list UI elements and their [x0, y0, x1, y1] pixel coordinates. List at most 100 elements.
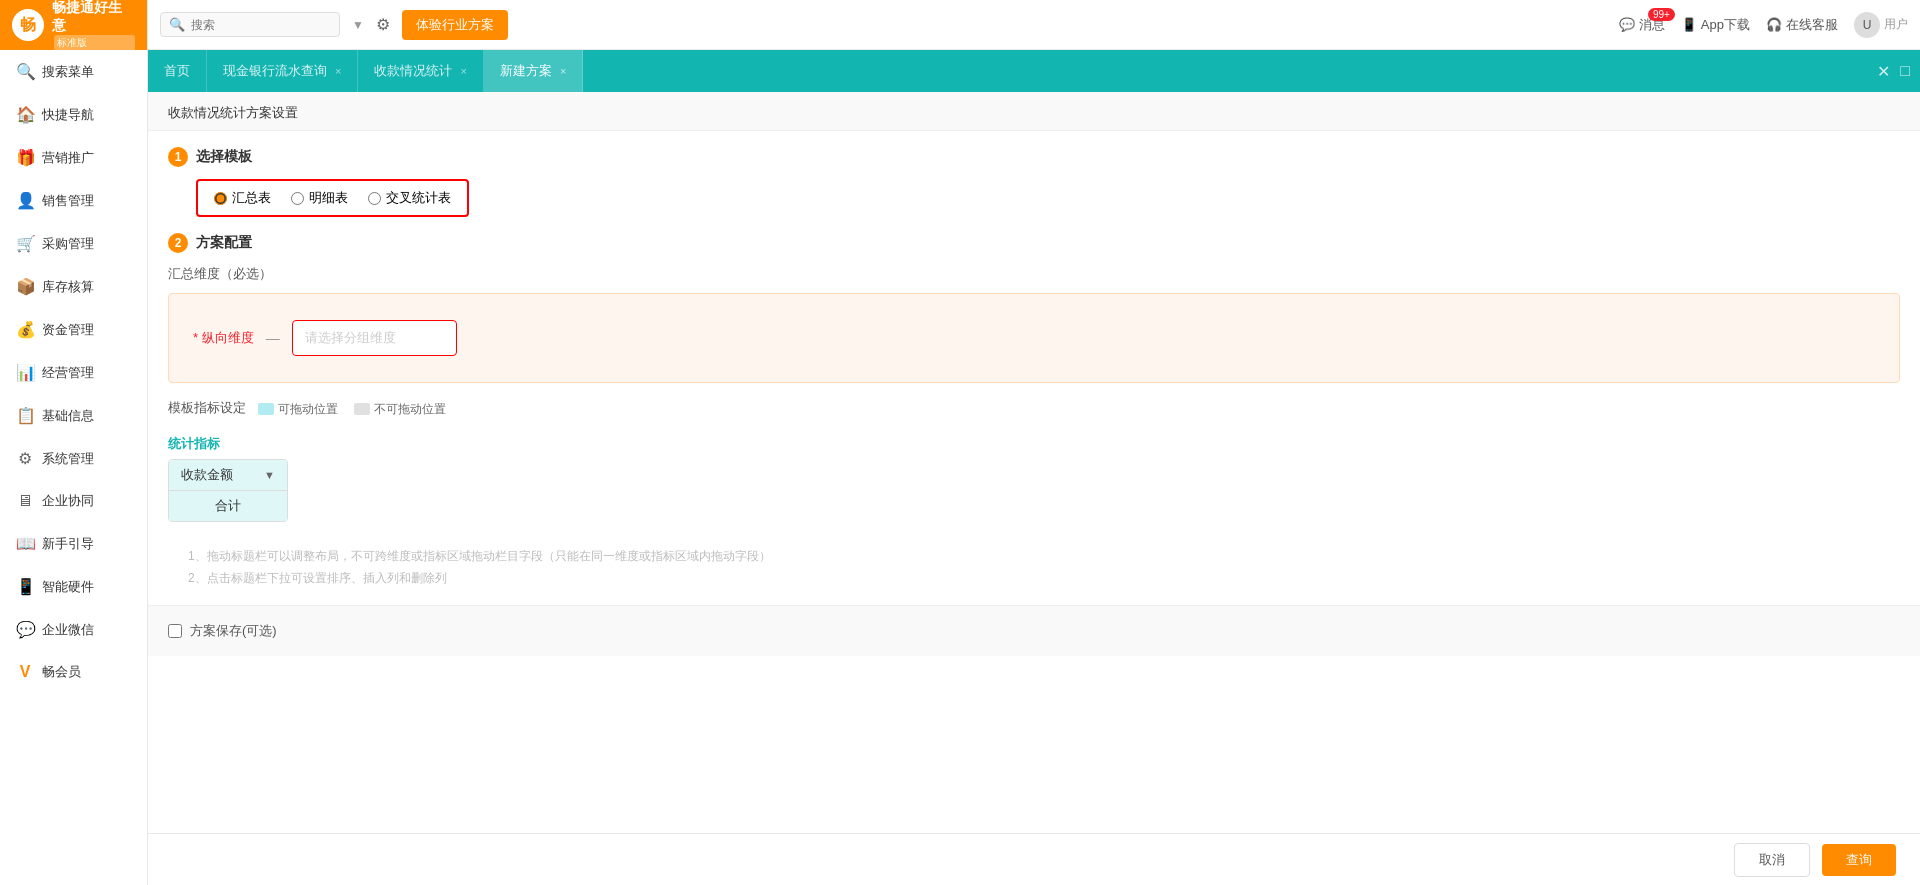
sidebar-item-finance[interactable]: 💰 资金管理 [0, 308, 147, 351]
metrics-table-header[interactable]: 收款金额 ▼ [169, 460, 287, 491]
logo-text: 畅捷通好生意 [52, 0, 135, 35]
user-avatar: U [1854, 12, 1880, 38]
sidebar-item-system[interactable]: ⚙ 系统管理 [0, 437, 147, 480]
page-wrapper: 收款情况统计方案设置 1 选择模板 汇总表 明细表 [148, 92, 1920, 833]
step2-section: 2 方案配置 汇总维度（必选） * 纵向维度 — 请选择分组维度 [148, 233, 1920, 605]
online-service-btn[interactable]: 🎧 在线客服 [1766, 16, 1838, 34]
radio-cross-label: 交叉统计表 [386, 189, 451, 207]
save-checkbox[interactable] [168, 624, 182, 638]
sidebar-item-member[interactable]: V 畅会员 [0, 651, 147, 693]
search-icon: 🔍 [16, 62, 34, 81]
sidebar-item-enterprise-wechat[interactable]: 💬 企业微信 [0, 608, 147, 651]
bottom-bar: 取消 查询 [148, 833, 1920, 885]
industry-btn[interactable]: 体验行业方案 [402, 10, 508, 40]
main-area: 🔍 ▼ ⚙ 体验行业方案 💬 消息 99+ 📱 App下载 🎧 在线客服 U 用… [148, 0, 1920, 885]
step1-number: 1 [168, 147, 188, 167]
sidebar-item-smart-hardware[interactable]: 📱 智能硬件 [0, 565, 147, 608]
radio-detail-label: 明细表 [309, 189, 348, 207]
user-name: 用户 [1884, 16, 1908, 33]
radio-summary-input[interactable] [214, 192, 227, 205]
radio-cross[interactable]: 交叉统计表 [368, 189, 451, 207]
sidebar-item-sales[interactable]: 👤 销售管理 [0, 179, 147, 222]
tab-bar: 首页 现金银行流水查询 × 收款情况统计 × 新建方案 × ✕ □ [148, 50, 1920, 92]
tip-1: 1、拖动标题栏可以调整布局，不可跨维度或指标区域拖动栏目字段（只能在同一维度或指… [188, 546, 1880, 568]
save-label: 方案保存(可选) [190, 622, 277, 640]
step2-label: 2 方案配置 [168, 233, 1900, 253]
sidebar: 畅 畅捷通好生意 标准版 🔍 搜索菜单 🏠 快捷导航 🎁 营销推广 👤 销售管理… [0, 0, 148, 885]
chat-icon: 💬 [16, 620, 34, 639]
query-button[interactable]: 查询 [1822, 844, 1896, 876]
sidebar-logo: 畅 畅捷通好生意 标准版 [0, 0, 147, 50]
arrow-icon: — [266, 330, 280, 346]
tab-bank-flow[interactable]: 现金银行流水查询 × [207, 50, 358, 92]
sidebar-nav: 🔍 搜索菜单 🏠 快捷导航 🎁 营销推广 👤 销售管理 🛒 采购管理 📦 库存核… [0, 50, 147, 885]
vertical-dimension-row: * 纵向维度 — 请选择分组维度 [193, 320, 457, 356]
user-menu[interactable]: U 用户 [1854, 12, 1908, 38]
search-icon: 🔍 [169, 17, 185, 32]
logo-icon: 畅 [12, 9, 44, 41]
radio-summary-label: 汇总表 [232, 189, 271, 207]
metrics-title: 模板指标设定 [168, 399, 246, 417]
app-download-label: App下载 [1701, 16, 1750, 34]
vertical-dimension-label: * 纵向维度 [193, 329, 254, 347]
radio-detail-input[interactable] [291, 192, 304, 205]
metrics-chevron-icon[interactable]: ▼ [264, 469, 275, 481]
sidebar-item-label: 基础信息 [42, 407, 94, 425]
search-box[interactable]: 🔍 [160, 12, 340, 37]
step2-number: 2 [168, 233, 188, 253]
tips-section: 1、拖动标题栏可以调整布局，不可跨维度或指标区域拖动栏目字段（只能在同一维度或指… [168, 546, 1900, 589]
radio-detail[interactable]: 明细表 [291, 189, 348, 207]
metrics-total-row: 合计 [169, 491, 287, 521]
home-icon: 🏠 [16, 105, 34, 124]
sidebar-item-basic-info[interactable]: 📋 基础信息 [0, 394, 147, 437]
draggable-color [258, 403, 274, 415]
radio-summary[interactable]: 汇总表 [214, 189, 271, 207]
dimension-select[interactable]: 请选择分组维度 [292, 320, 457, 356]
sidebar-item-label: 企业微信 [42, 621, 94, 639]
member-icon: V [16, 663, 34, 681]
step1-label: 1 选择模板 [168, 147, 1900, 167]
app-download-btn[interactable]: 📱 App下载 [1681, 16, 1750, 34]
sidebar-item-purchase[interactable]: 🛒 采购管理 [0, 222, 147, 265]
page-header-title: 收款情况统计方案设置 [168, 105, 298, 120]
search-input[interactable] [191, 18, 311, 32]
cancel-button[interactable]: 取消 [1734, 843, 1810, 877]
sidebar-item-label: 销售管理 [42, 192, 94, 210]
sidebar-item-label: 畅会员 [42, 663, 81, 681]
sidebar-item-enterprise-collab[interactable]: 🖥 企业协同 [0, 480, 147, 522]
tab-window-actions: ✕ □ [1867, 50, 1920, 92]
gear-icon[interactable]: ⚙ [376, 15, 390, 34]
tab-collection-stats-close[interactable]: × [460, 65, 466, 77]
metrics-column-header: 收款金额 [181, 466, 233, 484]
chevron-down-icon[interactable]: ▼ [352, 18, 364, 32]
sidebar-item-inventory[interactable]: 📦 库存核算 [0, 265, 147, 308]
notification-btn[interactable]: 💬 消息 99+ [1619, 16, 1665, 34]
online-service-label: 在线客服 [1786, 16, 1838, 34]
tab-collection-stats-label: 收款情况统计 [374, 62, 452, 80]
sidebar-item-quick-nav[interactable]: 🏠 快捷导航 [0, 93, 147, 136]
tab-bank-flow-close[interactable]: × [335, 65, 341, 77]
step2-title: 方案配置 [196, 234, 252, 252]
notification-badge: 99+ [1648, 8, 1675, 21]
sidebar-item-operations[interactable]: 📊 经营管理 [0, 351, 147, 394]
legend-fixed: 不可拖动位置 [354, 401, 446, 418]
sidebar-item-newcomer[interactable]: 📖 新手引导 [0, 522, 147, 565]
dimension-placeholder: 请选择分组维度 [305, 330, 396, 345]
window-maximize-icon[interactable]: □ [1900, 62, 1910, 80]
sidebar-item-marketing[interactable]: 🎁 营销推广 [0, 136, 147, 179]
page-header: 收款情况统计方案设置 [148, 92, 1920, 131]
window-close-icon[interactable]: ✕ [1877, 62, 1890, 81]
sidebar-item-label: 系统管理 [42, 450, 94, 468]
topbar-actions: 💬 消息 99+ 📱 App下载 🎧 在线客服 U 用户 [1619, 12, 1908, 38]
monitor-icon: 🖥 [16, 492, 34, 510]
sidebar-item-label: 快捷导航 [42, 106, 94, 124]
sidebar-item-label: 新手引导 [42, 535, 94, 553]
sidebar-item-label: 营销推广 [42, 149, 94, 167]
tab-new-plan[interactable]: 新建方案 × [484, 50, 583, 92]
tab-new-plan-close[interactable]: × [560, 65, 566, 77]
dimension-subtitle: 汇总维度（必选） [168, 265, 1900, 283]
radio-cross-input[interactable] [368, 192, 381, 205]
tab-collection-stats[interactable]: 收款情况统计 × [358, 50, 483, 92]
sidebar-item-search-menu[interactable]: 🔍 搜索菜单 [0, 50, 147, 93]
tab-home[interactable]: 首页 [148, 50, 207, 92]
